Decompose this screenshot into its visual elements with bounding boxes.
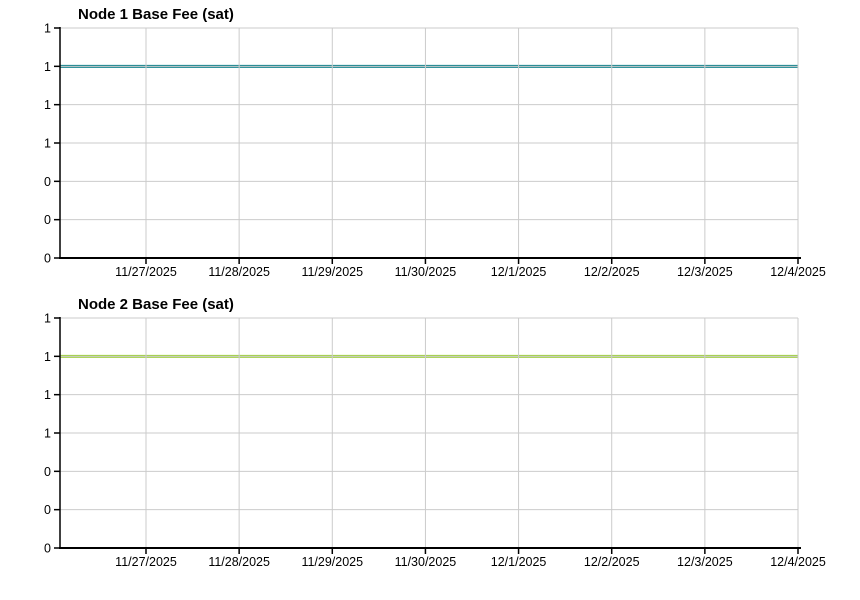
node-1-plot-area: 1 1 1 1 0 0 0 11/27/2025 11/28/2025 11/29/2025 11/… xyxy=(44,22,826,280)
y-tick-label: 1 xyxy=(44,388,51,402)
x-tick-label: 12/3/2025 xyxy=(677,265,733,279)
y-tick-label: 1 xyxy=(44,22,51,36)
chart-title-node-2: Node 2 Base Fee (sat) xyxy=(78,296,234,313)
x-tick-label: 11/30/2025 xyxy=(395,555,457,569)
node-2-plot-area: 1 1 1 1 0 0 0 11/27/2025 11/28/2025 11/29/2025 11/… xyxy=(44,312,826,570)
x-tick-label: 11/29/2025 xyxy=(301,265,363,279)
y-tick-label: 1 xyxy=(44,312,51,326)
chart-node-2-base-fee: 1 1 1 1 0 0 0 11/27/2025 11/28/2025 11/29/2025 11/… xyxy=(0,290,860,580)
x-tick-label: 11/30/2025 xyxy=(395,265,457,279)
x-tick-label: 11/27/2025 xyxy=(115,555,177,569)
y-tick-label: 0 xyxy=(44,252,51,266)
y-tick-label: 0 xyxy=(44,175,51,189)
y-tick-label: 0 xyxy=(44,465,51,479)
x-tick-label: 12/2/2025 xyxy=(584,265,640,279)
y-tick-label: 0 xyxy=(44,503,51,517)
y-tick-label: 1 xyxy=(44,350,51,364)
y-tick-label: 0 xyxy=(44,213,51,227)
x-tick-label: 12/4/2025 xyxy=(770,555,826,569)
chart-title-node-1: Node 1 Base Fee (sat) xyxy=(78,6,234,23)
y-tick-label: 1 xyxy=(44,427,51,441)
chart-node-1-base-fee: 1 1 1 1 0 0 0 11/27/2025 11/28/2025 11/29/2025 11/… xyxy=(0,0,860,290)
x-tick-label: 12/2/2025 xyxy=(584,555,640,569)
x-tick-label: 12/1/2025 xyxy=(491,265,547,279)
x-tick-label: 11/29/2025 xyxy=(301,555,363,569)
x-tick-label: 12/1/2025 xyxy=(491,555,547,569)
y-tick-label: 0 xyxy=(44,542,51,556)
charts-page: 1 1 1 1 0 0 0 11/27/2025 11/28/2025 11/29/2025 11/… xyxy=(0,0,860,600)
x-tick-label: 12/3/2025 xyxy=(677,555,733,569)
x-tick-label: 11/28/2025 xyxy=(208,265,270,279)
x-tick-label: 12/4/2025 xyxy=(770,265,826,279)
x-tick-label: 11/28/2025 xyxy=(208,555,270,569)
x-tick-label: 11/27/2025 xyxy=(115,265,177,279)
y-tick-label: 1 xyxy=(44,137,51,151)
y-tick-label: 1 xyxy=(44,60,51,74)
y-tick-label: 1 xyxy=(44,98,51,112)
